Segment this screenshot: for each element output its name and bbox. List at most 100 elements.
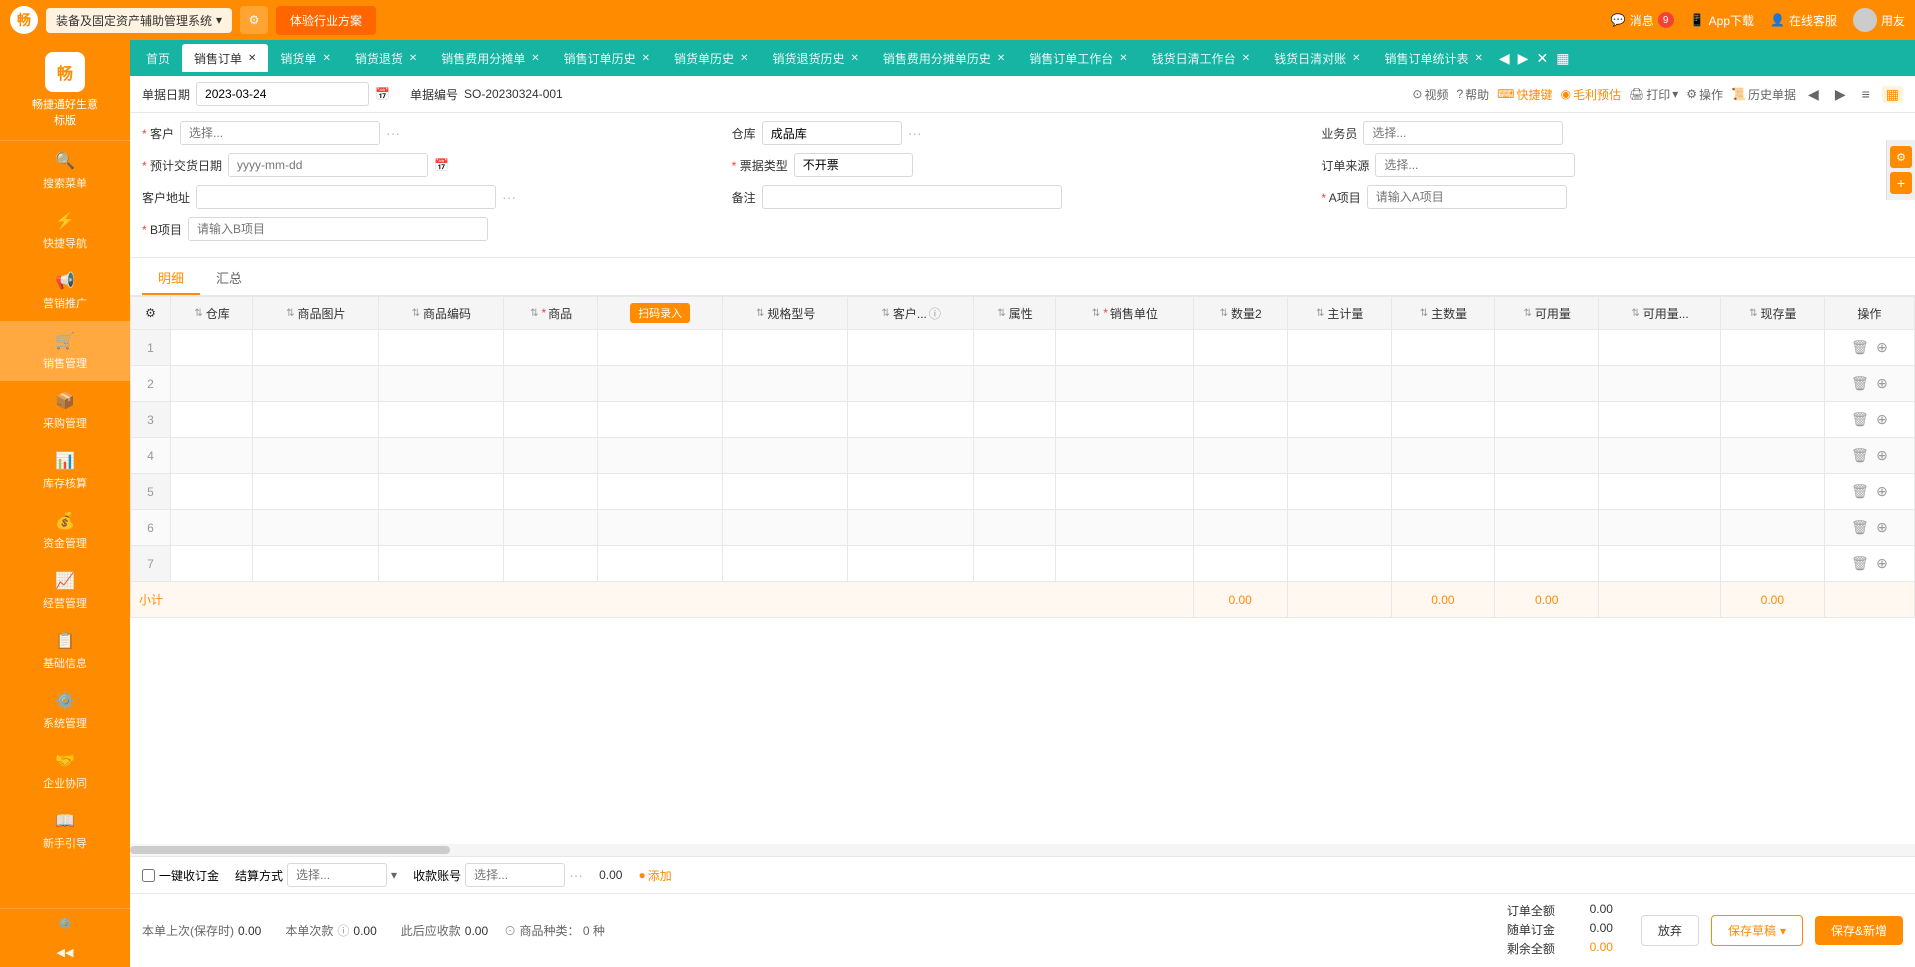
tab-cash-daily-workbench[interactable]: 钱货日清工作台 ✕: [1140, 44, 1262, 72]
delivery-calendar-icon[interactable]: 📅: [434, 158, 449, 172]
row-attr[interactable]: [973, 474, 1055, 510]
delivery-date-input[interactable]: [228, 153, 428, 177]
row-warehouse[interactable]: [171, 402, 253, 438]
tab-more-button[interactable]: ✕: [1532, 50, 1552, 67]
current-order-info-icon[interactable]: ⓘ: [337, 922, 349, 939]
row-delete-button[interactable]: 🗑: [1851, 447, 1869, 464]
row-main-qty[interactable]: [1391, 438, 1495, 474]
sidebar-item-system[interactable]: ⚙️ 系统管理: [0, 681, 130, 741]
sidebar-item-quicknav[interactable]: ⚡ 快捷导航: [0, 201, 130, 261]
row-product[interactable]: [504, 366, 598, 402]
notification-button[interactable]: 💬 消息 9: [1611, 12, 1674, 29]
row-main-qty[interactable]: [1391, 330, 1495, 366]
sidebar-item-inventory[interactable]: 📊 库存核算: [0, 441, 130, 501]
tab-close-all-button[interactable]: ▦: [1552, 50, 1573, 67]
save-new-button[interactable]: 保存&新增: [1815, 916, 1903, 945]
account-more-icon[interactable]: ···: [569, 867, 583, 883]
sidebar-item-finance[interactable]: 💰 资金管理: [0, 501, 130, 561]
row-product[interactable]: [504, 438, 598, 474]
tab-close-icon[interactable]: ✕: [248, 53, 256, 64]
row-attr[interactable]: [973, 510, 1055, 546]
quick-deposit-checkbox-label[interactable]: 一键收订金: [142, 867, 219, 884]
layout-grid-btn[interactable]: ▦: [1882, 86, 1903, 103]
row-code[interactable]: [378, 510, 503, 546]
order-source-input[interactable]: [1375, 153, 1575, 177]
row-delete-button[interactable]: 🗑: [1851, 339, 1869, 356]
tab-close-icon[interactable]: ✕: [322, 53, 330, 64]
row-code[interactable]: [378, 366, 503, 402]
layout-list-btn[interactable]: ≡: [1858, 86, 1874, 102]
warehouse-more-icon[interactable]: ···: [908, 125, 922, 141]
row-delete-button[interactable]: 🗑: [1851, 555, 1869, 572]
row-copy-button[interactable]: ⊕: [1876, 411, 1888, 428]
row-warehouse[interactable]: [171, 438, 253, 474]
sidebar-bottom-settings[interactable]: ⚙️: [0, 909, 130, 938]
warehouse-input[interactable]: [762, 121, 902, 145]
quick-deposit-checkbox[interactable]: [142, 869, 155, 882]
row-customer[interactable]: [848, 438, 974, 474]
row-unit[interactable]: [1056, 510, 1194, 546]
tab-close-icon[interactable]: ✕: [1475, 53, 1483, 64]
tab-sales-summary[interactable]: 销售订单统计表 ✕: [1372, 44, 1494, 72]
customer-input[interactable]: [180, 121, 380, 145]
tab-nav-next[interactable]: ▶: [1514, 50, 1533, 67]
tab-close-icon[interactable]: ✕: [740, 53, 748, 64]
row-copy-button[interactable]: ⊕: [1876, 519, 1888, 536]
row-qty2[interactable]: [1193, 366, 1287, 402]
row-code[interactable]: [378, 438, 503, 474]
row-spec[interactable]: [722, 474, 847, 510]
settlement-dropdown-icon[interactable]: ▾: [391, 868, 397, 882]
table-tab-detail[interactable]: 明细: [142, 262, 200, 295]
row-customer[interactable]: [848, 546, 974, 582]
row-main-qty[interactable]: [1391, 510, 1495, 546]
table-tab-summary[interactable]: 汇总: [200, 262, 258, 295]
system-name-selector[interactable]: 装备及固定资产辅助管理系统 ▾: [46, 8, 232, 33]
history-action[interactable]: 📜 历史单据: [1731, 86, 1796, 103]
tab-sales-expense-history[interactable]: 销售费用分摊单历史 ✕: [871, 44, 1017, 72]
row-delete-button[interactable]: 🗑: [1851, 519, 1869, 536]
record-nav-prev[interactable]: ◀: [1804, 86, 1823, 103]
tab-sales-invoice[interactable]: 销货单 ✕: [268, 44, 342, 72]
row-delete-button[interactable]: 🗑: [1851, 483, 1869, 500]
tab-close-icon[interactable]: ✕: [409, 53, 417, 64]
tab-close-icon[interactable]: ✕: [1352, 53, 1360, 64]
row-qty2[interactable]: [1193, 474, 1287, 510]
sidebar-item-basic[interactable]: 📋 基础信息: [0, 621, 130, 681]
row-spec[interactable]: [722, 546, 847, 582]
profit-action[interactable]: ◉ 毛利预估: [1561, 86, 1622, 103]
row-warehouse[interactable]: [171, 474, 253, 510]
sidebar-item-search[interactable]: 🔍 搜索菜单: [0, 141, 130, 201]
tab-sales-order-history[interactable]: 销售订单历史 ✕: [552, 44, 662, 72]
sidebar-item-marketing[interactable]: 📢 营销推广: [0, 261, 130, 321]
product-count-icon[interactable]: ⊙: [504, 924, 516, 938]
print-action[interactable]: 🖨 打印 ▾: [1629, 86, 1678, 103]
sidebar-item-purchase[interactable]: 📦 采购管理: [0, 381, 130, 441]
tab-close-icon[interactable]: ✕: [997, 53, 1005, 64]
sidebar-item-enterprise[interactable]: 🤝 企业协同: [0, 741, 130, 801]
b-project-input[interactable]: [188, 217, 488, 241]
tab-close-icon[interactable]: ✕: [850, 53, 858, 64]
sidebar-item-operations[interactable]: 📈 经营管理: [0, 561, 130, 621]
row-attr[interactable]: [973, 366, 1055, 402]
row-unit[interactable]: [1056, 402, 1194, 438]
row-attr[interactable]: [973, 438, 1055, 474]
row-copy-button[interactable]: ⊕: [1876, 339, 1888, 356]
row-customer[interactable]: [848, 402, 974, 438]
tab-close-icon[interactable]: ✕: [1242, 53, 1250, 64]
address-input[interactable]: [196, 185, 496, 209]
row-spec[interactable]: [722, 330, 847, 366]
view-action[interactable]: ⊙ 视频: [1412, 86, 1448, 103]
row-attr[interactable]: [973, 546, 1055, 582]
sidebar-collapse-button[interactable]: ◀◀: [0, 938, 130, 967]
row-product[interactable]: [504, 474, 598, 510]
row-code[interactable]: [378, 330, 503, 366]
operate-action[interactable]: ⚙ 操作: [1686, 86, 1723, 103]
tab-close-icon[interactable]: ✕: [531, 53, 539, 64]
row-qty2[interactable]: [1193, 438, 1287, 474]
row-unit[interactable]: [1056, 546, 1194, 582]
row-qty2[interactable]: [1193, 546, 1287, 582]
industry-solution-button[interactable]: 体验行业方案: [276, 6, 376, 35]
note-input[interactable]: [762, 185, 1062, 209]
top-settings-button[interactable]: ⚙: [240, 6, 268, 34]
tab-home[interactable]: 首页: [134, 44, 182, 72]
